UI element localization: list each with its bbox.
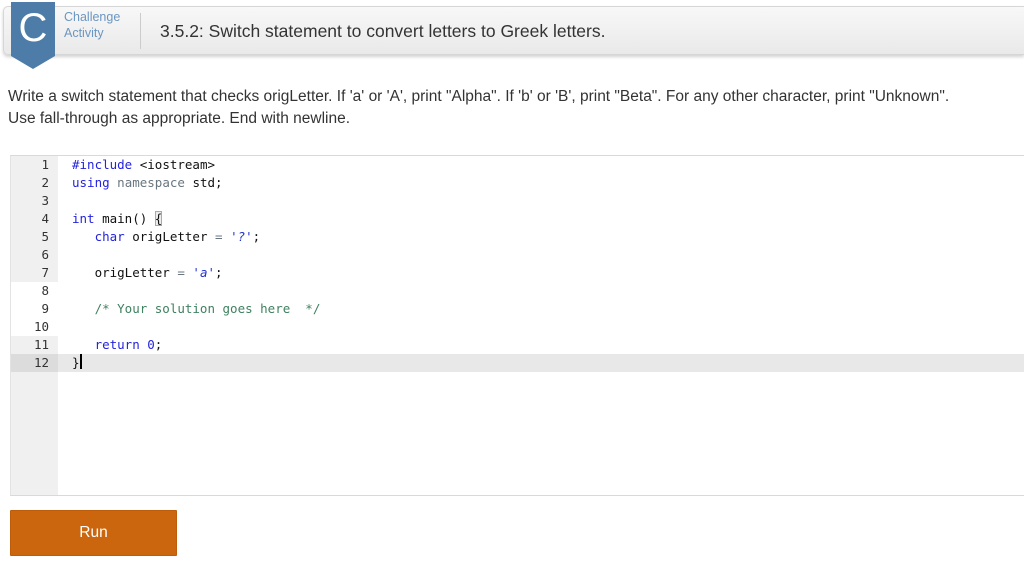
code-token-str: 'a' (192, 265, 215, 280)
code-token-pl: ; (215, 265, 223, 280)
gutter-line-number: 5 (11, 228, 58, 246)
code-token-kw: char (94, 229, 125, 244)
gutter-line-number: 12 (11, 354, 58, 372)
code-line[interactable]: int main() { (58, 210, 1024, 228)
gutter-line-number: 9 (11, 300, 58, 318)
gutter-line-number: 6 (11, 246, 58, 264)
activity-title: 3.5.2: Switch statement to convert lette… (160, 21, 606, 41)
code-line[interactable]: /* Your solution goes here */ (58, 300, 1024, 318)
code-line[interactable] (58, 282, 1024, 300)
code-token-pl: main() (94, 211, 155, 226)
code-token-pl: origLetter (72, 265, 178, 280)
code-line[interactable]: #include <iostream> (58, 156, 1024, 174)
code-token-pl: std (192, 175, 216, 190)
code-token-num: 0 (147, 337, 155, 352)
badge-letter: C (18, 6, 48, 50)
code-line[interactable] (58, 192, 1024, 210)
gutter-line-number: 8 (11, 282, 58, 300)
code-token-brace: { (154, 211, 163, 226)
activity-header: 3.5.2: Switch statement to convert lette… (3, 6, 1024, 55)
challenge-activity-badge-icon: C (11, 2, 55, 69)
code-token-op: = (177, 265, 185, 280)
code-token-str: '?' (230, 229, 253, 244)
code-line[interactable]: char origLetter = '?'; (58, 228, 1024, 246)
code-token-cm: /* Your solution goes here */ (94, 301, 321, 316)
gutter-line-number: 3 (11, 192, 58, 210)
text-cursor (79, 354, 82, 369)
code-token-ns: namespace (117, 175, 185, 190)
run-button[interactable]: Run (10, 510, 177, 556)
code-line[interactable]: return 0; (58, 336, 1024, 354)
code-token-kw: int (72, 211, 95, 226)
code-line[interactable]: using namespace std; (58, 174, 1024, 192)
code-line[interactable]: origLetter = 'a'; (58, 264, 1024, 282)
code-line[interactable]: } (58, 354, 1024, 372)
gutter-line-number: 2 (11, 174, 58, 192)
code-token-op: = (215, 229, 223, 244)
editor-code-area[interactable]: #include <iostream> using namespace std; i… (58, 156, 1024, 372)
code-token-kw: return (94, 337, 140, 352)
header-divider (140, 13, 141, 49)
code-token-pl: ; (252, 229, 261, 244)
code-token-kw: #include (72, 157, 133, 172)
code-token-kw: using (72, 175, 110, 190)
code-token-pl: ; (215, 175, 223, 190)
instructions-text: Write a switch statement that checks ori… (8, 88, 950, 127)
code-token-pl: <iostream> (132, 157, 216, 172)
gutter-line-number: 7 (11, 264, 58, 282)
gutter-line-number: 11 (11, 336, 58, 354)
code-token-pl: origLetter (124, 229, 215, 244)
badge-label-line2: Activity (64, 26, 104, 40)
code-token-pl: ; (154, 337, 163, 352)
code-line[interactable] (58, 246, 1024, 264)
badge-label: Challenge Activity (64, 9, 120, 41)
gutter-line-number: 10 (11, 318, 58, 336)
code-token-pl: } (72, 355, 80, 370)
gutter-line-number: 4 (11, 210, 58, 228)
code-line[interactable] (58, 318, 1024, 336)
editor-gutter: 1 2 3 4 5 6 7 8 9 10 11 12 (11, 156, 58, 495)
gutter-line-number: 1 (11, 156, 58, 174)
badge-label-line1: Challenge (64, 10, 121, 24)
code-editor[interactable]: 1 2 3 4 5 6 7 8 9 10 11 12 #include <iostream> using… (10, 155, 1024, 496)
